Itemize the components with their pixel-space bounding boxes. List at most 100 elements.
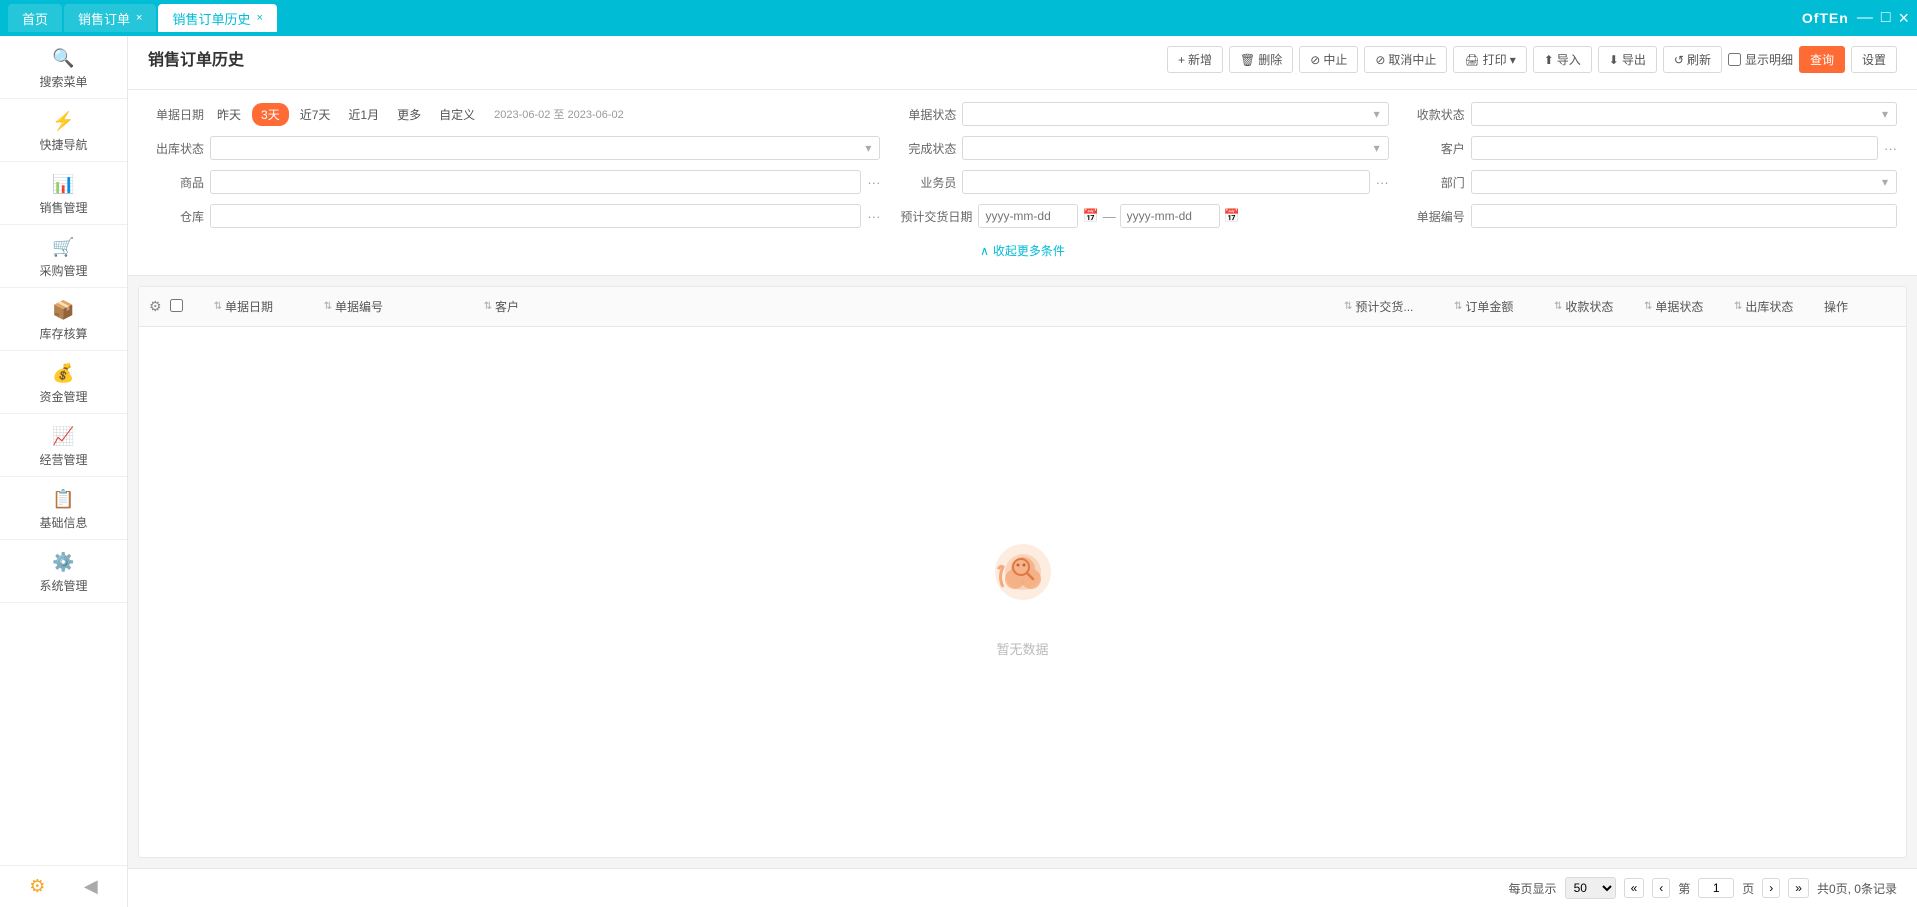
customer-ellipsis[interactable]: ··· xyxy=(1884,141,1897,156)
date-1month-label: 近1月 xyxy=(348,108,379,122)
setting-button[interactable]: 设置 xyxy=(1851,46,1897,73)
sidebar-item-sales[interactable]: 📊 销售管理 xyxy=(0,162,127,225)
display-detail-checkbox[interactable]: 显示明细 xyxy=(1728,51,1793,68)
calendar-from-icon[interactable]: 📅 xyxy=(1082,208,1098,224)
toolbar: + 新增 🗑 删除 ⊘ 中止 ⊘ 取消中止 🖨 打印 xyxy=(1167,46,1897,81)
stop-button[interactable]: ⊘ 中止 xyxy=(1299,46,1358,73)
sidebar-item-finance[interactable]: 💰 资金管理 xyxy=(0,351,127,414)
tab-sales-order-history-close[interactable]: × xyxy=(256,12,262,24)
cancel-stop-button[interactable]: ⊘ 取消中止 xyxy=(1364,46,1447,73)
tab-sales-order-history[interactable]: 销售订单历史 × xyxy=(158,4,276,32)
status-label: 单据状态 xyxy=(900,106,956,123)
tab-sales-order[interactable]: 销售订单 × xyxy=(64,4,156,32)
sidebar-item-quick-nav[interactable]: ⚡ 快捷导航 xyxy=(0,99,127,162)
ship-status-select[interactable]: ▾ xyxy=(210,136,880,160)
date-more-btn[interactable]: 更多 xyxy=(390,103,428,126)
date-yesterday-btn[interactable]: 昨天 xyxy=(210,103,248,126)
add-button[interactable]: + 新增 xyxy=(1167,46,1223,73)
customer-label: 客户 xyxy=(1409,140,1465,157)
th-no[interactable]: ⇅ 单据编号 xyxy=(316,298,476,315)
date-label: 单据日期 xyxy=(148,106,204,123)
last-page-btn[interactable]: » xyxy=(1788,878,1809,898)
goods-input[interactable] xyxy=(210,170,861,194)
th-date[interactable]: ⇅ 单据日期 xyxy=(206,298,316,315)
th-customer[interactable]: ⇅ 客户 xyxy=(476,298,1336,315)
sidebar-collapse-icon[interactable]: ◀ xyxy=(84,876,98,897)
sidebar-basic-info-label: 基础信息 xyxy=(39,514,87,531)
top-bar: 首页 销售订单 × 销售订单历史 × OfTEn — □ × xyxy=(0,0,1917,36)
salesperson-input[interactable] xyxy=(962,170,1369,194)
sidebar-settings-icon[interactable]: ⚙ xyxy=(29,876,45,897)
first-page-btn[interactable]: « xyxy=(1624,878,1645,898)
filter-delivery-date-item: 预计交货日期 📅 — 📅 xyxy=(900,204,1388,228)
receipt-status-select[interactable]: ▾ xyxy=(1471,102,1897,126)
next-page-btn[interactable]: › xyxy=(1762,878,1780,898)
th-delivery-icon: ⇅ xyxy=(1344,301,1352,312)
col-check-header xyxy=(170,299,206,315)
query-button[interactable]: 查询 xyxy=(1799,46,1845,73)
status-select[interactable]: ▾ xyxy=(962,102,1388,126)
main-layout: 🔍 搜索菜单 ⚡ 快捷导航 📊 销售管理 🛒 采购管理 📦 库存核算 💰 资金管… xyxy=(0,36,1917,907)
table-settings-icon[interactable]: ⚙ xyxy=(149,298,162,315)
sidebar-item-basic-info[interactable]: 📋 基础信息 xyxy=(0,477,127,540)
prev-page-btn[interactable]: ‹ xyxy=(1652,878,1670,898)
date-custom-btn[interactable]: 自定义 xyxy=(432,103,482,126)
th-amount[interactable]: ⇅ 订单金额 xyxy=(1446,298,1546,315)
export-button[interactable]: ⬇ 导出 xyxy=(1598,46,1657,73)
search-icon: 🔍 xyxy=(52,48,74,69)
ship-status-dropdown-icon: ▾ xyxy=(865,141,871,155)
delete-button[interactable]: 🗑 删除 xyxy=(1229,46,1293,73)
table-body: 暂无数据 xyxy=(139,327,1906,857)
sidebar-item-system[interactable]: ⚙️ 系统管理 xyxy=(0,540,127,603)
import-label: 导入 xyxy=(1557,51,1581,68)
delivery-date-label: 预计交货日期 xyxy=(900,208,972,225)
display-detail-input[interactable] xyxy=(1728,53,1741,66)
complete-status-select[interactable]: ▾ xyxy=(962,136,1388,160)
salesperson-ellipsis[interactable]: ··· xyxy=(1376,175,1389,190)
page-label: 页 xyxy=(1742,880,1754,897)
customer-input[interactable] xyxy=(1471,136,1878,160)
filter-date-item: 单据日期 昨天 3天 近7天 近1月 xyxy=(148,103,880,126)
warehouse-input[interactable] xyxy=(210,204,861,228)
delivery-date-from[interactable] xyxy=(978,204,1078,228)
warehouse-ellipsis[interactable]: ··· xyxy=(867,209,880,224)
sidebar-sales-label: 销售管理 xyxy=(39,199,87,216)
goods-ellipsis[interactable]: ··· xyxy=(867,175,880,190)
select-all-checkbox[interactable] xyxy=(170,299,183,312)
sidebar-item-search[interactable]: 🔍 搜索菜单 xyxy=(0,36,127,99)
date-1month-btn[interactable]: 近1月 xyxy=(341,103,386,126)
page-input[interactable] xyxy=(1698,878,1734,898)
sidebar-item-inventory[interactable]: 📦 库存核算 xyxy=(0,288,127,351)
window-min-btn[interactable]: — xyxy=(1857,9,1873,27)
window-max-btn[interactable]: □ xyxy=(1881,9,1891,27)
tab-home[interactable]: 首页 xyxy=(8,4,62,32)
th-delivery[interactable]: ⇅ 预计交货... xyxy=(1336,298,1446,315)
th-payment[interactable]: ⇅ 收款状态 xyxy=(1546,298,1636,315)
window-close-btn[interactable]: × xyxy=(1898,8,1909,29)
dept-select[interactable]: ▾ xyxy=(1471,170,1897,194)
print-button[interactable]: 🖨 打印 ▾ xyxy=(1453,46,1526,73)
page-size-label: 每页显示 xyxy=(1509,880,1557,897)
sidebar-inventory-label: 库存核算 xyxy=(39,325,87,342)
sidebar-quick-nav-label: 快捷导航 xyxy=(39,136,87,153)
tab-sales-order-close[interactable]: × xyxy=(136,12,142,24)
sidebar-system-label: 系统管理 xyxy=(39,577,87,594)
collapse-row[interactable]: ∧ 收起更多条件 xyxy=(148,238,1897,263)
refresh-button[interactable]: ↺ 刷新 xyxy=(1663,46,1722,73)
th-status[interactable]: ⇅ 单据状态 xyxy=(1636,298,1726,315)
sidebar-item-operation[interactable]: 📈 经营管理 xyxy=(0,414,127,477)
collapse-label: 收起更多条件 xyxy=(993,242,1065,259)
query-label: 查询 xyxy=(1810,51,1834,68)
add-icon: + xyxy=(1178,53,1185,67)
th-ship[interactable]: ⇅ 出库状态 xyxy=(1726,298,1816,315)
date-3days-btn[interactable]: 3天 xyxy=(252,103,289,126)
sidebar-item-purchase[interactable]: 🛒 采购管理 xyxy=(0,225,127,288)
delivery-date-to[interactable] xyxy=(1120,204,1220,228)
th-payment-label: 收款状态 xyxy=(1565,298,1613,315)
page-size-select[interactable]: 50 10 20 100 xyxy=(1565,877,1616,899)
th-amount-label: 订单金额 xyxy=(1465,298,1513,315)
import-button[interactable]: ⬆ 导入 xyxy=(1533,46,1592,73)
date-7days-btn[interactable]: 近7天 xyxy=(293,103,338,126)
order-no-input[interactable] xyxy=(1471,204,1897,228)
calendar-to-icon[interactable]: 📅 xyxy=(1224,208,1240,224)
